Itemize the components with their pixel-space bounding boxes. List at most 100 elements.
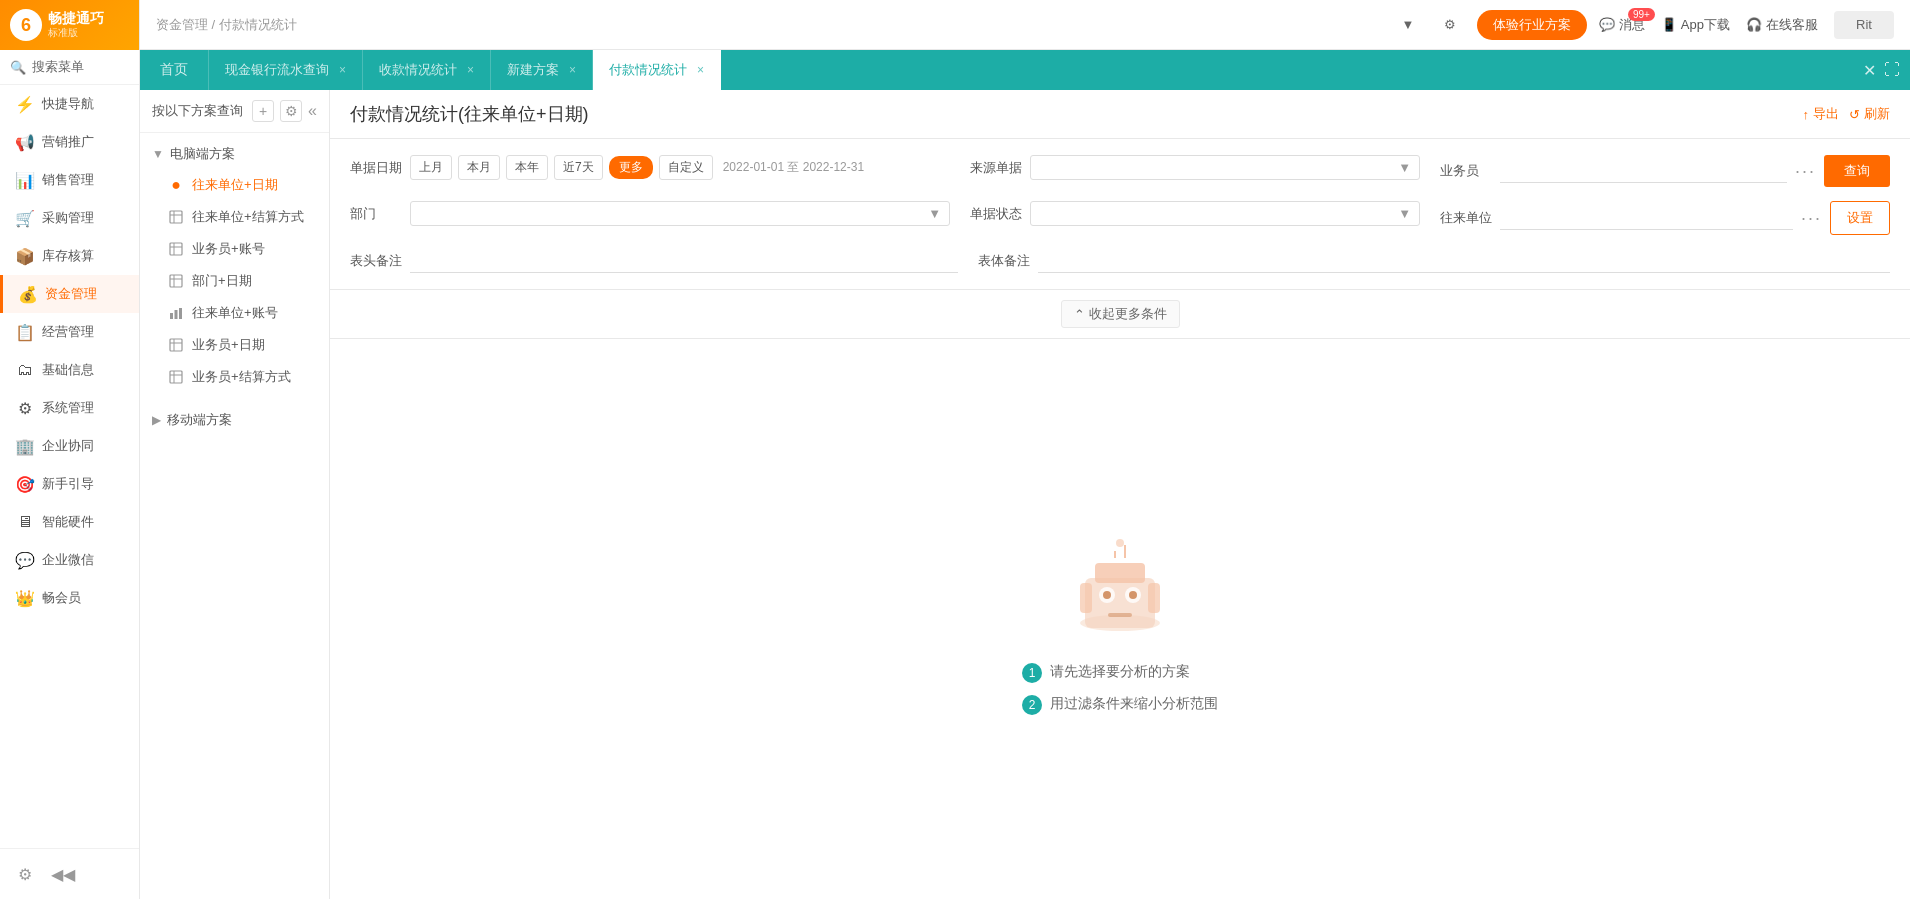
sidebar-item-marketing[interactable]: 📢 营销推广 [0, 123, 139, 161]
filter-status-item: 单据状态 ▼ [970, 201, 1420, 226]
empty-tip-2: 2 用过滤条件来缩小分析范围 [1022, 695, 1218, 715]
sidebar-item-wechat[interactable]: 💬 企业微信 [0, 541, 139, 579]
app-download-label: App下载 [1681, 16, 1730, 34]
sidebar-item-purchase[interactable]: 🛒 采购管理 [0, 199, 139, 237]
svg-rect-27 [1108, 613, 1132, 617]
marketing-icon: 📢 [16, 133, 34, 151]
sidebar-item-basic[interactable]: 🗂 基础信息 [0, 351, 139, 389]
date-btn-this-month[interactable]: 本月 [458, 155, 500, 180]
sidebar-item-system[interactable]: ⚙ 系统管理 [0, 389, 139, 427]
user-avatar[interactable]: Rit [1834, 11, 1894, 39]
mobile-scheme-group-header[interactable]: ▶ 移动端方案 [140, 405, 329, 435]
collapse-label: 收起更多条件 [1089, 305, 1167, 323]
tab-home[interactable]: 首页 [140, 50, 209, 90]
scheme-item-staff-settle[interactable]: 业务员+结算方式 [140, 361, 329, 393]
export-btn[interactable]: ↑ 导出 [1803, 105, 1840, 123]
filter-header-note-label: 表头备注 [350, 252, 402, 270]
scheme-item-label: 部门+日期 [192, 272, 252, 290]
topbar-dropdown-btn[interactable]: ▼ [1393, 10, 1423, 40]
sidebar-item-member[interactable]: 👑 畅会员 [0, 579, 139, 617]
scheme-item-unit-settle[interactable]: 往来单位+结算方式 [140, 201, 329, 233]
query-button[interactable]: 查询 [1824, 155, 1890, 187]
pc-scheme-group-header[interactable]: ▼ 电脑端方案 [140, 139, 329, 169]
sidebar-item-hardware[interactable]: 🖥 智能硬件 [0, 503, 139, 541]
sidebar-item-guide[interactable]: 🎯 新手引导 [0, 465, 139, 503]
filter-unit-input[interactable] [1500, 206, 1793, 230]
date-btn-this-year[interactable]: 本年 [506, 155, 548, 180]
refresh-label: 刷新 [1864, 105, 1890, 123]
sidebar-item-enterprise[interactable]: 🏢 企业协同 [0, 427, 139, 465]
filter-header-note-input[interactable] [410, 249, 958, 273]
sidebar-item-inventory[interactable]: 📦 库存核算 [0, 237, 139, 275]
tab-bank-close[interactable]: × [339, 63, 346, 77]
trial-button[interactable]: 体验行业方案 [1477, 10, 1587, 40]
sidebar-item-quick-nav[interactable]: ⚡ 快捷导航 [0, 85, 139, 123]
tab-payment-stat[interactable]: 付款情况统计 × [593, 50, 721, 90]
settings-button[interactable]: 设置 [1830, 201, 1890, 235]
filter-body-note-label: 表体备注 [978, 252, 1030, 270]
tab-bank[interactable]: 现金银行流水查询 × [209, 50, 363, 90]
scheme-item-label: 业务员+日期 [192, 336, 265, 354]
filter-date-item: 单据日期 上月 本月 本年 近7天 更多 自定义 2022-01-01 至 20… [350, 155, 950, 180]
tabbar-close-btn[interactable]: ✕ [1863, 61, 1876, 80]
tab-new-scheme-close[interactable]: × [569, 63, 576, 77]
date-btn-more[interactable]: 更多 [609, 156, 653, 179]
scheme-settings-btn[interactable]: ⚙ [280, 100, 302, 122]
scheme-item-staff-account[interactable]: 业务员+账号 [140, 233, 329, 265]
sidebar-search[interactable]: 🔍 搜索菜单 [0, 50, 139, 85]
filter-dept-item: 部门 ▼ [350, 201, 950, 226]
scheme-item-dept-date[interactable]: 部门+日期 [140, 265, 329, 297]
topbar-message-btn[interactable]: 💬 消息 99+ [1599, 16, 1645, 34]
sidebar-item-label: 企业协同 [42, 437, 94, 455]
topbar-service-btn[interactable]: 🎧 在线客服 [1746, 16, 1818, 34]
svg-rect-0 [170, 211, 182, 223]
svg-rect-15 [170, 371, 182, 383]
filter-staff-input[interactable] [1500, 159, 1787, 183]
filter-unit-item: 往来单位 ··· 设置 [1440, 201, 1890, 235]
date-btn-last-month[interactable]: 上月 [410, 155, 452, 180]
date-btn-custom[interactable]: 自定义 [659, 155, 713, 180]
sidebar-item-operation[interactable]: 📋 经营管理 [0, 313, 139, 351]
tab-new-scheme[interactable]: 新建方案 × [491, 50, 593, 90]
filter-body-note-input[interactable] [1038, 249, 1890, 273]
tab-receipt[interactable]: 收款情况统计 × [363, 50, 491, 90]
filter-source-select[interactable]: ▼ [1030, 155, 1420, 180]
tabbar-maximize-btn[interactable]: ⛶ [1884, 61, 1900, 79]
tab-receipt-label: 收款情况统计 [379, 61, 457, 79]
service-label: 在线客服 [1766, 16, 1818, 34]
mobile-group-label: 移动端方案 [167, 411, 232, 429]
enterprise-icon: 🏢 [16, 437, 34, 455]
topbar-app-btn[interactable]: 📱 App下载 [1661, 16, 1730, 34]
svg-rect-6 [170, 275, 182, 287]
filter-staff-dots[interactable]: ··· [1795, 161, 1816, 182]
filter-dept-select[interactable]: ▼ [410, 201, 950, 226]
filter-status-arrow: ▼ [1398, 206, 1411, 221]
tab-payment-stat-close[interactable]: × [697, 63, 704, 77]
sidebar-settings-btn[interactable]: ⚙ [10, 859, 40, 889]
filter-unit-dots[interactable]: ··· [1801, 208, 1822, 229]
svg-rect-21 [1080, 583, 1092, 613]
scheme-panel-title: 按以下方案查询 [152, 102, 243, 120]
scheme-icon-table2 [168, 241, 184, 257]
scheme-item-staff-date[interactable]: 业务员+日期 [140, 329, 329, 361]
export-label: 导出 [1813, 105, 1839, 123]
content-panel: 付款情况统计(往来单位+日期) ↑ 导出 ↺ 刷新 [330, 90, 1910, 899]
filter-status-select[interactable]: ▼ [1030, 201, 1420, 226]
topbar-gear-btn[interactable]: ⚙ [1435, 10, 1465, 40]
tab-receipt-close[interactable]: × [467, 63, 474, 77]
scheme-add-btn[interactable]: + [252, 100, 274, 122]
scheme-item-label: 业务员+结算方式 [192, 368, 291, 386]
filter-dept-label: 部门 [350, 205, 402, 223]
scheme-item-unit-date[interactable]: ● 往来单位+日期 [140, 169, 329, 201]
scheme-panel: 按以下方案查询 + ⚙ « ▼ 电脑端方案 ● [140, 90, 330, 899]
scheme-panel-collapse-btn[interactable]: « [308, 102, 317, 120]
scheme-item-unit-account[interactable]: 往来单位+账号 [140, 297, 329, 329]
refresh-btn[interactable]: ↺ 刷新 [1849, 105, 1890, 123]
date-btn-last7[interactable]: 近7天 [554, 155, 603, 180]
sidebar-item-capital[interactable]: 💰 资金管理 [0, 275, 139, 313]
sidebar-collapse-btn[interactable]: ◀◀ [48, 859, 78, 889]
sidebar-search-label: 搜索菜单 [32, 58, 84, 76]
sidebar-item-sales[interactable]: 📊 销售管理 [0, 161, 139, 199]
svg-point-25 [1103, 591, 1111, 599]
collapse-conditions-btn[interactable]: ⌃ 收起更多条件 [1061, 300, 1180, 328]
